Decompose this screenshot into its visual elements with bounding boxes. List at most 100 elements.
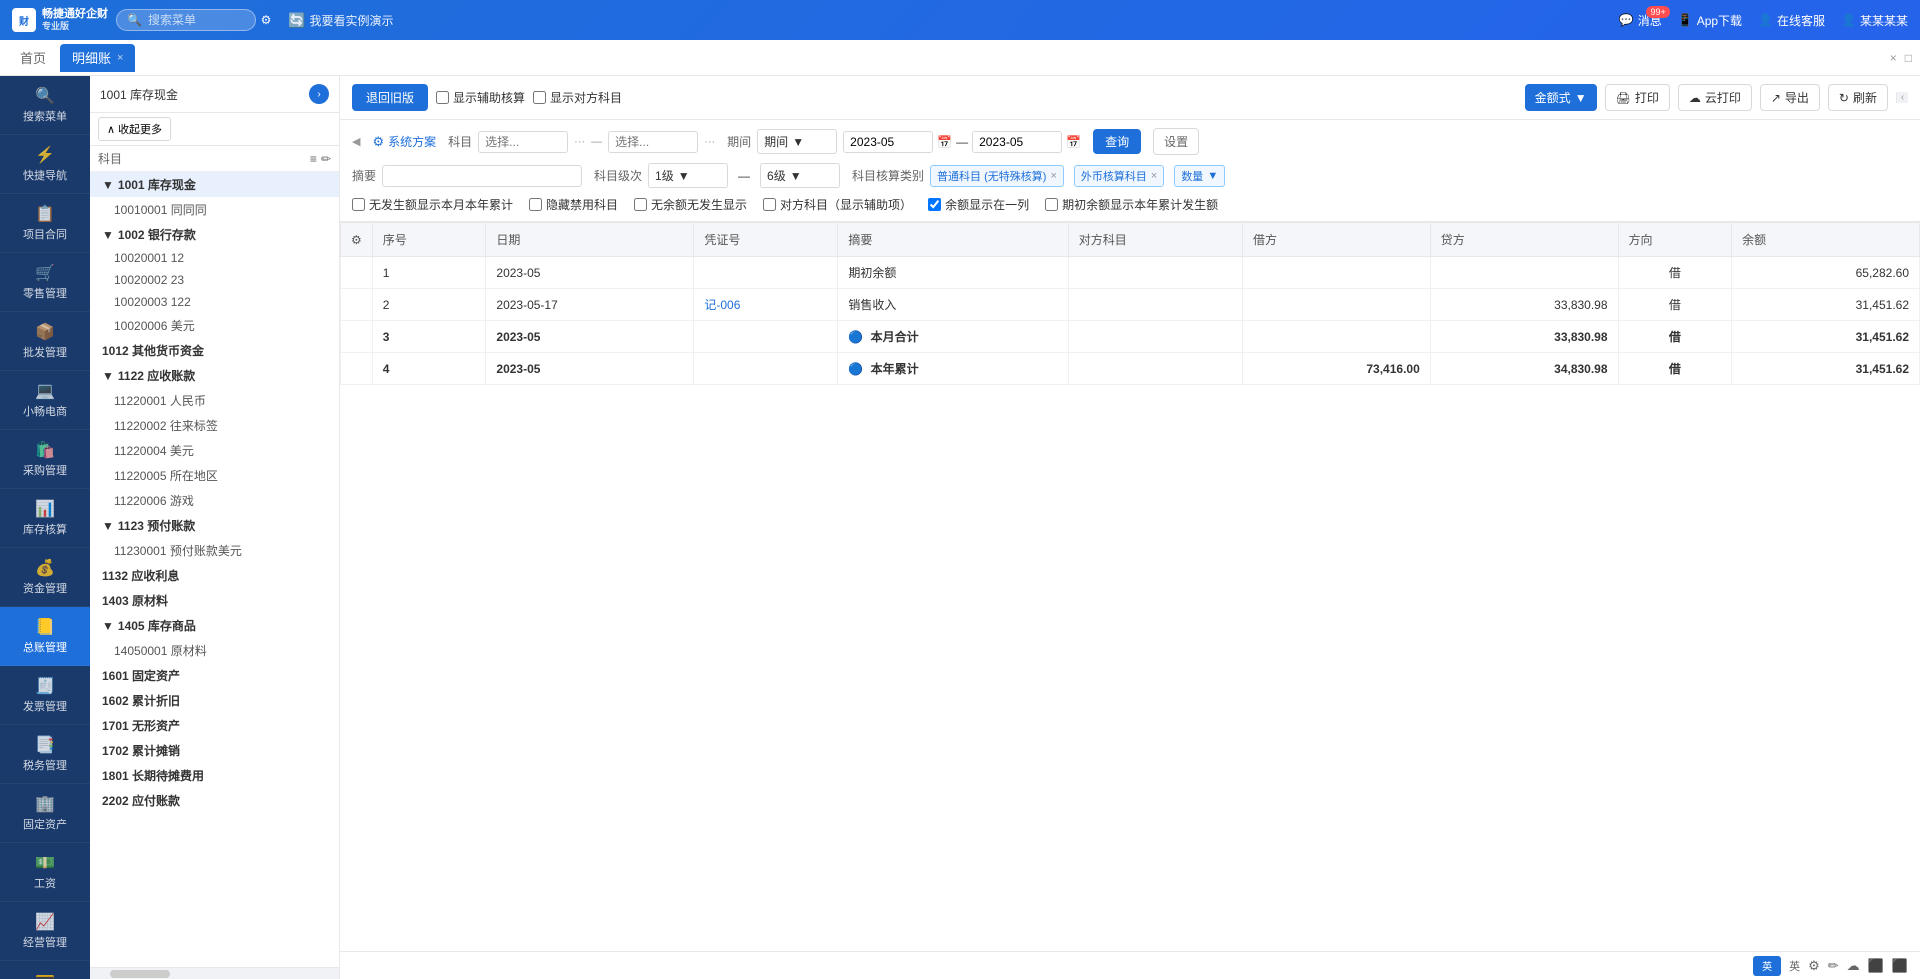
sidebar-item-search[interactable]: 🔍 搜索菜单 (0, 76, 90, 135)
top-search-box[interactable]: 🔍 (116, 9, 256, 31)
checkbox-hide-disabled[interactable]: 隐藏禁用科目 (529, 196, 618, 213)
tree-item-10020003[interactable]: 10020003 122 (90, 291, 339, 313)
tree-item-11230001[interactable]: 11230001 预付账款美元 (90, 538, 339, 563)
print-button[interactable]: 🖨 打印 (1605, 84, 1670, 111)
back-old-version-button[interactable]: 退回旧版 (352, 84, 428, 111)
checkbox-no-balance2[interactable]: 无余额无发生显示 (634, 196, 747, 213)
settings-button[interactable]: 设置 (1153, 128, 1199, 155)
tree-item-11220005[interactable]: 11220005 所在地区 (90, 463, 339, 488)
sidebar-item-purchase[interactable]: 🛍️ 采购管理 (0, 430, 90, 489)
subject-end-more-icon[interactable]: ··· (704, 136, 715, 148)
window-maximize-button[interactable]: □ (1905, 51, 1912, 65)
tree-item-10020001[interactable]: 10020001 12 (90, 247, 339, 269)
sidebar-item-ecommerce[interactable]: 💻 小畅电商 (0, 371, 90, 430)
filter-collapse-toggle[interactable]: ◀ (352, 135, 360, 148)
collapse-button[interactable]: ∧ 收起更多 (98, 117, 171, 141)
tree-item-11220001[interactable]: 11220001 人民币 (90, 388, 339, 413)
window-close-button[interactable]: × (1890, 51, 1897, 65)
summary-input[interactable] (382, 165, 582, 187)
tree-item-14050001[interactable]: 14050001 原材料 (90, 638, 339, 663)
scheme-settings-icon[interactable]: ⚙ (372, 134, 384, 150)
category-tag-2[interactable]: 外币核算科目 × (1074, 165, 1164, 187)
system-scheme-label[interactable]: 系统方案 (388, 133, 436, 150)
block-icon-1[interactable]: ⬛ (1868, 958, 1884, 974)
sidebar-item-assets[interactable]: 🏢 固定资产 (0, 784, 90, 843)
checkbox-balance-single[interactable]: 余额显示在一列 (928, 196, 1029, 213)
edit-icon-bottom[interactable]: ✏ (1828, 958, 1839, 974)
col-settings[interactable]: ⚙ (341, 223, 373, 257)
tree-item-1132[interactable]: 1132 应收利息 (90, 563, 339, 588)
tab-ledger[interactable]: 明细账 × (60, 44, 135, 72)
sidebar-item-project[interactable]: 📋 项目合同 (0, 194, 90, 253)
account-tree-scrollbar[interactable] (90, 967, 339, 979)
tree-item-11220004[interactable]: 11220004 美元 (90, 438, 339, 463)
sidebar-item-wholesale[interactable]: 📦 批发管理 (0, 312, 90, 371)
tree-item-1001[interactable]: ▼ 1001 库存现金 (90, 172, 339, 197)
amount-mode-button[interactable]: 金额式 ▼ (1525, 84, 1597, 111)
category-tag-1[interactable]: 普通科目 (无特殊核算) × (930, 165, 1064, 187)
tree-item-1602[interactable]: 1602 累计折旧 (90, 688, 339, 713)
sidebar-item-accounting[interactable]: 📒 总账管理 (0, 607, 90, 666)
quantity-tag[interactable]: 数量 ▼ (1174, 165, 1225, 187)
user-avatar[interactable]: 👤 某某某某 (1841, 12, 1908, 29)
block-icon-2[interactable]: ⬛ (1892, 958, 1908, 974)
tree-item-1405[interactable]: ▼ 1405 库存商品 (90, 613, 339, 638)
cloud-icon-bottom[interactable]: ☁ (1847, 958, 1860, 974)
tree-item-1123[interactable]: ▼ 1123 预付账款 (90, 513, 339, 538)
refresh-button[interactable]: ↻ 刷新 (1828, 84, 1888, 111)
tree-sort-icon[interactable]: ≡ (310, 152, 317, 166)
tag-close-icon[interactable]: × (1050, 170, 1056, 182)
app-download-button[interactable]: 📱 App下载 (1678, 12, 1742, 29)
lang-switch-button[interactable]: 英 (1753, 956, 1781, 976)
tree-item-1702[interactable]: 1702 累计摊销 (90, 738, 339, 763)
show-auxiliary-checkbox[interactable]: 显示辅助核算 (436, 89, 525, 106)
tree-edit-icon[interactable]: ✏ (321, 152, 331, 166)
search-button[interactable]: 查询 (1093, 129, 1141, 154)
tab-home[interactable]: 首页 (8, 44, 58, 72)
input-method-icon[interactable]: 英 (1789, 958, 1800, 974)
settings-icon-bottom[interactable]: ⚙ (1808, 958, 1820, 974)
export-button[interactable]: ↗ 导出 (1760, 84, 1820, 111)
sidebar-item-quick-nav[interactable]: ⚡ 快捷导航 (0, 135, 90, 194)
sidebar-item-sales-report[interactable]: 💳 小畅报销 (0, 961, 90, 979)
subject-input[interactable] (478, 131, 568, 153)
tree-item-11220002[interactable]: 11220002 往来标签 (90, 413, 339, 438)
tree-item-1122[interactable]: ▼ 1122 应收账款 (90, 363, 339, 388)
calendar-end-icon[interactable]: 📅 (1066, 135, 1081, 149)
sidebar-item-invoice[interactable]: 🧾 发票管理 (0, 666, 90, 725)
tree-item-10020006[interactable]: 10020006 美元 (90, 313, 339, 338)
sidebar-item-salary[interactable]: 💵 工资 (0, 843, 90, 902)
period-start-input[interactable] (843, 131, 933, 153)
sidebar-item-retail[interactable]: 🛒 零售管理 (0, 253, 90, 312)
checkbox-no-balance[interactable]: 无发生额显示本月本年累计 (352, 196, 513, 213)
sidebar-item-operations[interactable]: 📈 经营管理 (0, 902, 90, 961)
subject-more-icon[interactable]: ··· (574, 136, 585, 148)
subject-end-input[interactable] (608, 131, 698, 153)
sidebar-item-finance[interactable]: 💰 资金管理 (0, 548, 90, 607)
tree-item-1002[interactable]: ▼ 1002 银行存款 (90, 222, 339, 247)
tag-close-icon[interactable]: × (1151, 170, 1157, 182)
demo-link[interactable]: 🔄 我要看实例演示 (288, 12, 393, 29)
period-mode-select[interactable]: 期间 ▼ (757, 129, 837, 154)
tree-item-1601[interactable]: 1601 固定资产 (90, 663, 339, 688)
period-end-input[interactable] (972, 131, 1062, 153)
cloud-print-button[interactable]: ☁ 云打印 (1678, 84, 1752, 111)
search-input[interactable] (148, 13, 248, 27)
level-start-select[interactable]: 1级 ▼ (648, 163, 728, 188)
tree-item-10010001[interactable]: 10010001 同同同 (90, 197, 339, 222)
level-end-select[interactable]: 6级 ▼ (760, 163, 840, 188)
checkbox-opening-balance[interactable]: 期初余额显示本年累计发生额 (1045, 196, 1218, 213)
calendar-start-icon[interactable]: 📅 (937, 135, 952, 149)
online-service-button[interactable]: 👤 在线客服 (1758, 12, 1825, 29)
voucher-link[interactable]: 记-006 (704, 298, 740, 312)
show-opposite-checkbox[interactable]: 显示对方科目 (533, 89, 622, 106)
message-button[interactable]: 💬 消息 99+ (1619, 12, 1662, 29)
tree-item-1701[interactable]: 1701 无形资产 (90, 713, 339, 738)
tree-item-10020002[interactable]: 10020002 23 (90, 269, 339, 291)
tree-item-1012[interactable]: 1012 其他货币资金 (90, 338, 339, 363)
tree-item-1403[interactable]: 1403 原材料 (90, 588, 339, 613)
checkbox-opposite-subject[interactable]: 对方科目（显示辅助项） (763, 196, 912, 213)
account-select-button[interactable]: › (309, 84, 329, 104)
tree-item-2202[interactable]: 2202 应付账款 (90, 788, 339, 813)
tree-item-1801[interactable]: 1801 长期待摊费用 (90, 763, 339, 788)
